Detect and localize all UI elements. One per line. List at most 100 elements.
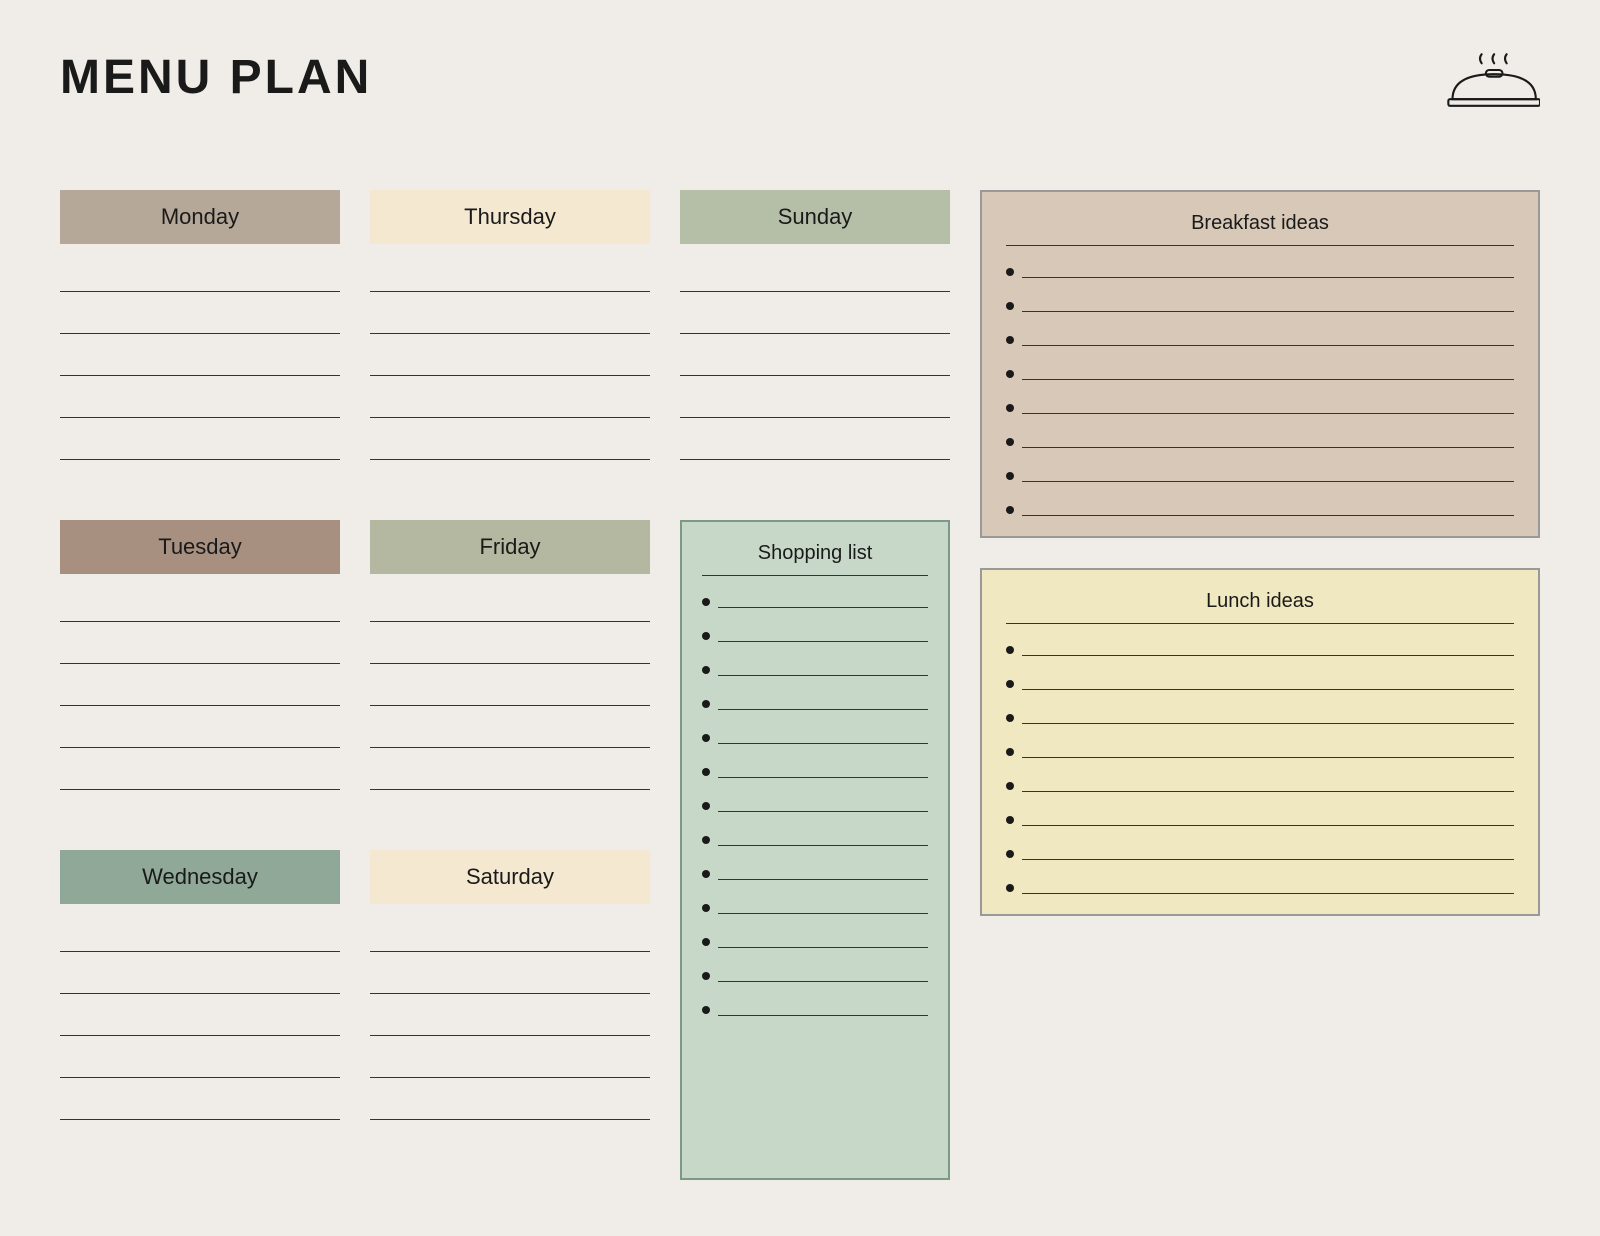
sunday-line-1[interactable] — [680, 272, 950, 292]
breakfast-ideas-title: Breakfast ideas — [1006, 212, 1514, 235]
breakfast-line-8[interactable] — [1022, 498, 1514, 516]
wednesday-line-5[interactable] — [60, 1100, 340, 1120]
shopping-line-1[interactable] — [718, 590, 928, 608]
breakfast-item-3 — [1006, 328, 1514, 346]
wednesday-line-2[interactable] — [60, 974, 340, 994]
breakfast-line-5[interactable] — [1022, 396, 1514, 414]
tuesday-line-1[interactable] — [60, 602, 340, 622]
saturday-line-2[interactable] — [370, 974, 650, 994]
shopping-line-3[interactable] — [718, 658, 928, 676]
bullet-8 — [702, 836, 710, 844]
sunday-label: Sunday — [680, 190, 950, 244]
shopping-line-8[interactable] — [718, 828, 928, 846]
monday-line-2[interactable] — [60, 314, 340, 334]
shopping-list — [702, 590, 928, 1016]
monday-line-3[interactable] — [60, 356, 340, 376]
column-4: Breakfast ideas Lunch ideas — [980, 190, 1540, 1180]
friday-line-5[interactable] — [370, 770, 650, 790]
monday-line-4[interactable] — [60, 398, 340, 418]
breakfast-line-1[interactable] — [1022, 260, 1514, 278]
shopping-line-13[interactable] — [718, 998, 928, 1016]
breakfast-line-3[interactable] — [1022, 328, 1514, 346]
breakfast-line-4[interactable] — [1022, 362, 1514, 380]
saturday-line-3[interactable] — [370, 1016, 650, 1036]
lunch-line-7[interactable] — [1022, 842, 1514, 860]
shopping-line-9[interactable] — [718, 862, 928, 880]
lunch-bullet-7 — [1006, 850, 1014, 858]
lunch-line-5[interactable] — [1022, 774, 1514, 792]
wednesday-line-3[interactable] — [60, 1016, 340, 1036]
thursday-line-4[interactable] — [370, 398, 650, 418]
shopping-item-5 — [702, 726, 928, 744]
wednesday-line-1[interactable] — [60, 932, 340, 952]
sunday-line-2[interactable] — [680, 314, 950, 334]
bullet-9 — [702, 870, 710, 878]
breakfast-line-7[interactable] — [1022, 464, 1514, 482]
tuesday-line-4[interactable] — [60, 728, 340, 748]
lunch-line-1[interactable] — [1022, 638, 1514, 656]
lunch-line-2[interactable] — [1022, 672, 1514, 690]
lunch-bullet-5 — [1006, 782, 1014, 790]
monday-line-1[interactable] — [60, 272, 340, 292]
sunday-line-3[interactable] — [680, 356, 950, 376]
shopping-item-1 — [702, 590, 928, 608]
lunch-line-8[interactable] — [1022, 876, 1514, 894]
thursday-section: Thursday — [370, 190, 650, 510]
lunch-item-5 — [1006, 774, 1514, 792]
shopping-item-9 — [702, 862, 928, 880]
tuesday-line-5[interactable] — [60, 770, 340, 790]
saturday-label: Saturday — [370, 850, 650, 904]
lunch-item-1 — [1006, 638, 1514, 656]
lunch-line-4[interactable] — [1022, 740, 1514, 758]
saturday-section: Saturday — [370, 850, 650, 1170]
lunch-bullet-8 — [1006, 884, 1014, 892]
bullet-6 — [702, 768, 710, 776]
breakfast-list — [1006, 260, 1514, 516]
main-grid: Monday Tuesday — [60, 190, 1540, 1180]
shopping-line-11[interactable] — [718, 930, 928, 948]
shopping-line-4[interactable] — [718, 692, 928, 710]
bullet-3 — [702, 666, 710, 674]
page-title: MENU PLAN — [60, 50, 372, 105]
saturday-line-1[interactable] — [370, 932, 650, 952]
lunch-line-3[interactable] — [1022, 706, 1514, 724]
shopping-line-10[interactable] — [718, 896, 928, 914]
friday-section: Friday — [370, 520, 650, 840]
shopping-line-12[interactable] — [718, 964, 928, 982]
thursday-line-5[interactable] — [370, 440, 650, 460]
lunch-line-6[interactable] — [1022, 808, 1514, 826]
shopping-line-5[interactable] — [718, 726, 928, 744]
bullet-13 — [702, 1006, 710, 1014]
shopping-list-box: Shopping list — [680, 520, 950, 1180]
friday-line-1[interactable] — [370, 602, 650, 622]
breakfast-line-6[interactable] — [1022, 430, 1514, 448]
breakfast-bullet-2 — [1006, 302, 1014, 310]
friday-line-4[interactable] — [370, 728, 650, 748]
friday-label: Friday — [370, 520, 650, 574]
thursday-line-3[interactable] — [370, 356, 650, 376]
thursday-line-1[interactable] — [370, 272, 650, 292]
column-3: Sunday Shopping list — [680, 190, 950, 1180]
friday-line-2[interactable] — [370, 644, 650, 664]
breakfast-bullet-3 — [1006, 336, 1014, 344]
saturday-line-5[interactable] — [370, 1100, 650, 1120]
shopping-title-divider — [702, 575, 928, 576]
monday-line-5[interactable] — [60, 440, 340, 460]
tuesday-line-2[interactable] — [60, 644, 340, 664]
tuesday-line-3[interactable] — [60, 686, 340, 706]
shopping-line-7[interactable] — [718, 794, 928, 812]
monday-label: Monday — [60, 190, 340, 244]
shopping-line-2[interactable] — [718, 624, 928, 642]
thursday-line-2[interactable] — [370, 314, 650, 334]
breakfast-item-4 — [1006, 362, 1514, 380]
sunday-line-4[interactable] — [680, 398, 950, 418]
saturday-line-4[interactable] — [370, 1058, 650, 1078]
breakfast-line-2[interactable] — [1022, 294, 1514, 312]
shopping-line-6[interactable] — [718, 760, 928, 778]
sunday-line-5[interactable] — [680, 440, 950, 460]
wednesday-line-4[interactable] — [60, 1058, 340, 1078]
lunch-item-6 — [1006, 808, 1514, 826]
lunch-item-2 — [1006, 672, 1514, 690]
bullet-10 — [702, 904, 710, 912]
friday-line-3[interactable] — [370, 686, 650, 706]
